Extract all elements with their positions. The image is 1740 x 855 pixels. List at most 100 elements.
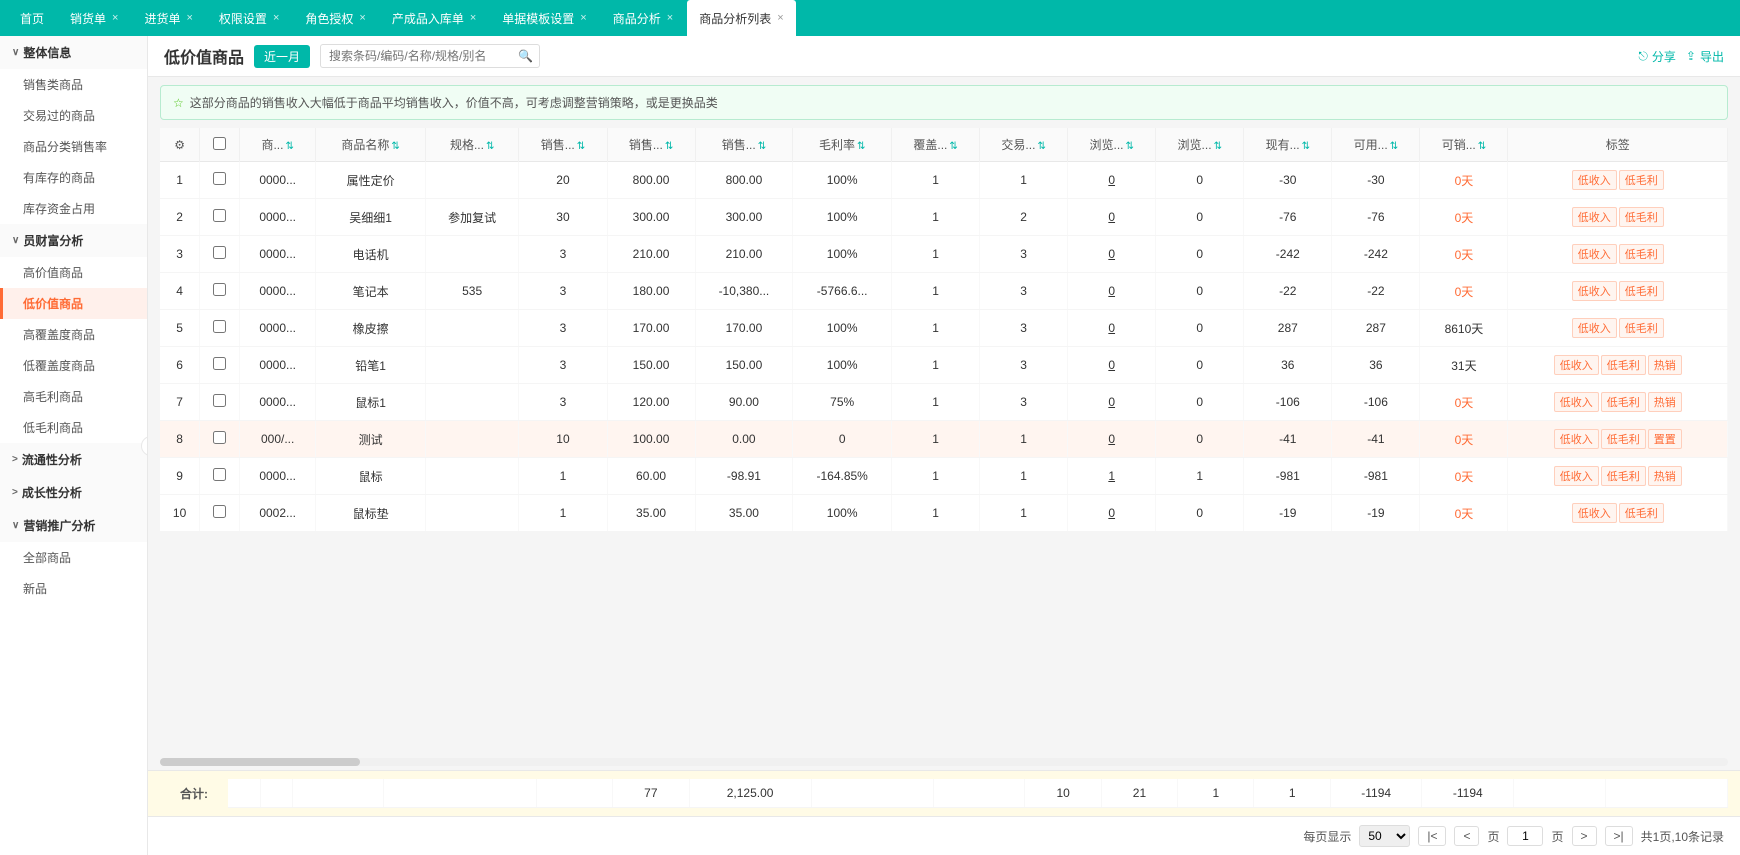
col-settings[interactable]: ⚙ — [160, 128, 200, 162]
col-spec[interactable]: 规格...⇅ — [425, 128, 519, 162]
nav-role-auth[interactable]: 角色授权 × — [293, 0, 377, 36]
sidebar-item-all-products[interactable]: 全部商品 — [0, 542, 147, 573]
sidebar-group-overview[interactable]: ∨ 整体信息 — [0, 36, 147, 69]
row-checkbox[interactable] — [213, 505, 226, 518]
close-template-icon[interactable]: × — [580, 12, 586, 24]
close-permission-icon[interactable]: × — [273, 12, 279, 24]
col-code[interactable]: 商...⇅ — [240, 128, 316, 162]
sidebar-item-new-products[interactable]: 新品 — [0, 573, 147, 604]
sidebar-item-high-coverage[interactable]: 高覆盖度商品 — [0, 319, 147, 350]
prev-page-button[interactable]: < — [1454, 826, 1479, 846]
nav-home[interactable]: 首页 — [8, 0, 56, 36]
row-views1-link[interactable]: 0 — [1108, 432, 1115, 446]
col-views1[interactable]: 浏览...⇅ — [1068, 128, 1156, 162]
row-name: 鼠标 — [316, 458, 426, 495]
sort-amount-icon[interactable]: ⇅ — [758, 141, 766, 152]
row-views1-link[interactable]: 0 — [1108, 506, 1115, 520]
sidebar-item-traded-products[interactable]: 交易过的商品 — [0, 100, 147, 131]
last-page-button[interactable]: >| — [1605, 826, 1633, 846]
row-views1-link[interactable]: 0 — [1108, 395, 1115, 409]
sidebar-group-wealth[interactable]: ∨ 员财富分析 — [0, 224, 147, 257]
nav-purchase-order[interactable]: 进货单 × — [132, 0, 204, 36]
col-coverage[interactable]: 覆盖...⇅ — [892, 128, 980, 162]
col-checkbox[interactable] — [200, 128, 240, 162]
row-checkbox[interactable] — [213, 320, 226, 333]
sort-transaction-icon[interactable]: ⇅ — [1037, 141, 1045, 152]
close-sales-order-icon[interactable]: × — [112, 12, 118, 24]
row-checkbox[interactable] — [213, 172, 226, 185]
col-gross-margin[interactable]: 毛利率⇅ — [793, 128, 892, 162]
row-views1-link[interactable]: 0 — [1108, 247, 1115, 261]
col-transaction[interactable]: 交易...⇅ — [980, 128, 1068, 162]
select-all-checkbox[interactable] — [213, 137, 226, 150]
close-product-analysis-icon[interactable]: × — [667, 12, 673, 24]
col-available-stock[interactable]: 可用...⇅ — [1332, 128, 1420, 162]
row-views1-link[interactable]: 0 — [1108, 173, 1115, 187]
sort-spec-icon[interactable]: ⇅ — [486, 141, 494, 152]
page-size-select[interactable]: 50 100 200 — [1359, 825, 1410, 847]
row-checkbox[interactable] — [213, 283, 226, 296]
sidebar-item-low-value[interactable]: 低价值商品 — [0, 288, 147, 319]
sidebar-item-stock-capital[interactable]: 库存资金占用 — [0, 193, 147, 224]
sort-coverage-icon[interactable]: ⇅ — [949, 141, 957, 152]
time-filter-button[interactable]: 近一月 — [254, 45, 310, 68]
close-analysis-list-icon[interactable]: × — [777, 12, 783, 24]
sort-stock-icon[interactable]: ⇅ — [1302, 141, 1310, 152]
sidebar-group-liquidity[interactable]: > 流通性分析 — [0, 443, 147, 476]
close-product-inbound-icon[interactable]: × — [470, 12, 476, 24]
col-name[interactable]: 商品名称⇅ — [316, 128, 426, 162]
search-input[interactable] — [320, 44, 540, 68]
sort-views2-icon[interactable]: ⇅ — [1214, 141, 1222, 152]
nav-permission-settings[interactable]: 权限设置 × — [207, 0, 291, 36]
sort-price-icon[interactable]: ⇅ — [665, 141, 673, 152]
sidebar-group-growth[interactable]: > 成长性分析 — [0, 476, 147, 509]
sidebar-item-in-stock-products[interactable]: 有库存的商品 — [0, 162, 147, 193]
close-purchase-order-icon[interactable]: × — [186, 12, 192, 24]
row-checkbox[interactable] — [213, 209, 226, 222]
col-sale-amount[interactable]: 销售...⇅ — [695, 128, 793, 162]
nav-product-analysis[interactable]: 商品分析 × — [601, 0, 685, 36]
nav-product-analysis-list[interactable]: 商品分析列表 × — [687, 0, 795, 36]
sidebar-item-sales-products[interactable]: 销售类商品 — [0, 69, 147, 100]
search-icon[interactable]: 🔍 — [518, 49, 533, 63]
row-checkbox[interactable] — [213, 468, 226, 481]
nav-template-settings[interactable]: 单据模板设置 × — [490, 0, 598, 36]
sidebar-item-low-coverage[interactable]: 低覆盖度商品 — [0, 350, 147, 381]
row-views1-link[interactable]: 1 — [1108, 469, 1115, 483]
col-sale-qty[interactable]: 销售...⇅ — [519, 128, 607, 162]
col-current-stock[interactable]: 现有...⇅ — [1244, 128, 1332, 162]
row-checkbox[interactable] — [213, 357, 226, 370]
share-button[interactable]: ⎋ 分享 — [1638, 48, 1676, 65]
col-views2[interactable]: 浏览...⇅ — [1156, 128, 1244, 162]
scrollbar-thumb[interactable] — [160, 758, 360, 766]
sort-code-icon[interactable]: ⇅ — [285, 141, 293, 152]
sidebar-item-category-sales-rate[interactable]: 商品分类销售率 — [0, 131, 147, 162]
first-page-button[interactable]: |< — [1418, 826, 1446, 846]
sidebar-group-marketing[interactable]: ∨ 营销推广分析 — [0, 509, 147, 542]
row-checkbox[interactable] — [213, 394, 226, 407]
row-views1-link[interactable]: 0 — [1108, 210, 1115, 224]
row-checkbox[interactable] — [213, 246, 226, 259]
row-views1-link[interactable]: 0 — [1108, 321, 1115, 335]
row-views1-link[interactable]: 0 — [1108, 358, 1115, 372]
next-page-button[interactable]: > — [1572, 826, 1597, 846]
sort-margin-icon[interactable]: ⇅ — [857, 141, 865, 152]
sidebar-item-high-margin[interactable]: 高毛利商品 — [0, 381, 147, 412]
sort-views1-icon[interactable]: ⇅ — [1126, 141, 1134, 152]
nav-product-inbound[interactable]: 产成品入库单 × — [380, 0, 488, 36]
sidebar-item-low-margin[interactable]: 低毛利商品 — [0, 412, 147, 443]
sort-available-icon[interactable]: ⇅ — [1390, 141, 1398, 152]
sort-name-icon[interactable]: ⇅ — [391, 141, 399, 152]
col-sellable[interactable]: 可销...⇅ — [1420, 128, 1508, 162]
row-checkbox[interactable] — [213, 431, 226, 444]
nav-sales-order[interactable]: 销货单 × — [58, 0, 130, 36]
export-button[interactable]: ⇪ 导出 — [1686, 48, 1724, 65]
sort-sellable-icon[interactable]: ⇅ — [1478, 141, 1486, 152]
sidebar-item-high-value[interactable]: 高价值商品 — [0, 257, 147, 288]
row-views1-link[interactable]: 0 — [1108, 284, 1115, 298]
col-sale-price[interactable]: 销售...⇅ — [607, 128, 695, 162]
page-number-input[interactable] — [1507, 826, 1543, 846]
close-role-auth-icon[interactable]: × — [359, 12, 365, 24]
sort-qty-icon[interactable]: ⇅ — [577, 141, 585, 152]
horizontal-scrollbar[interactable] — [160, 758, 1728, 766]
